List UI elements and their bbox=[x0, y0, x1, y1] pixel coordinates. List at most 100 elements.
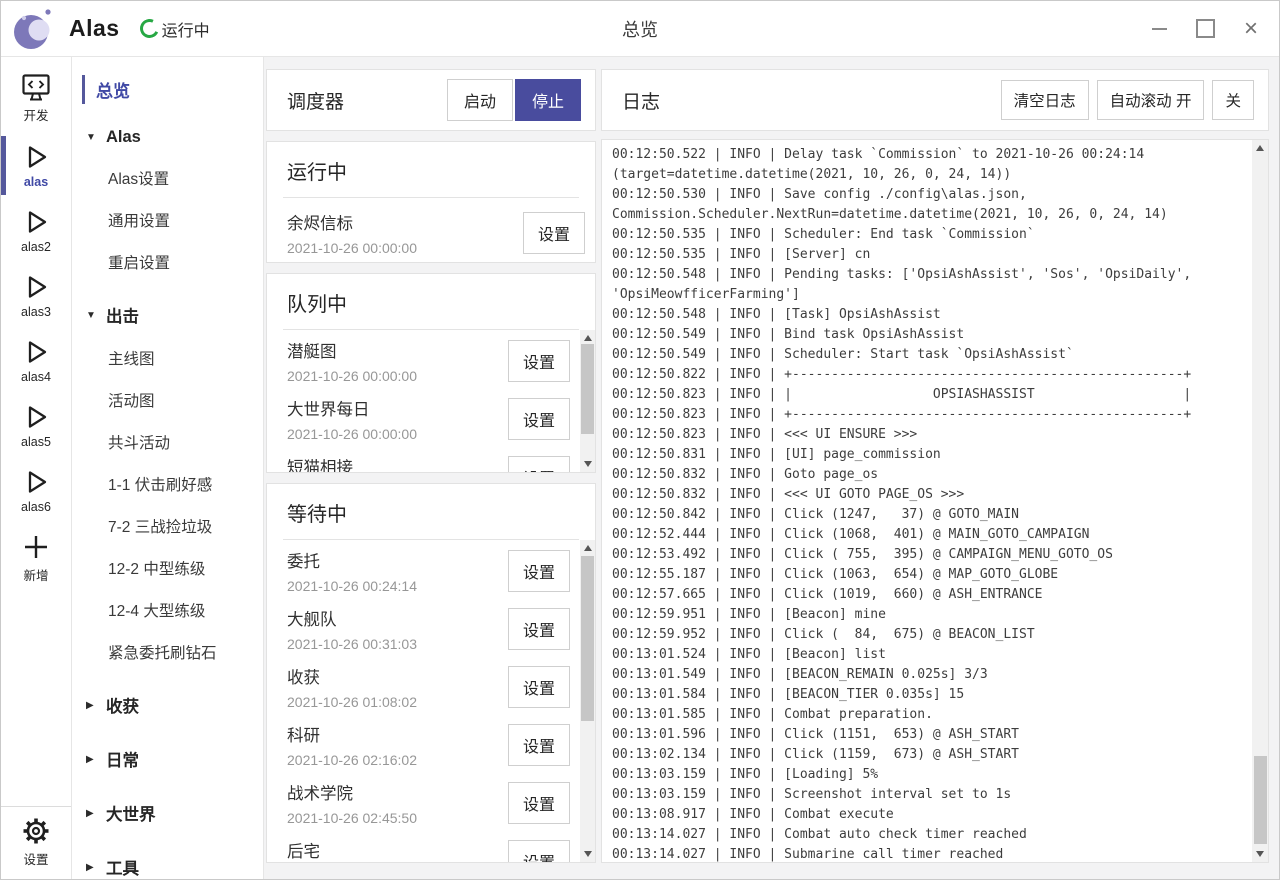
task-next-run-time: 2021-10-26 02:16:02 bbox=[287, 752, 500, 768]
menu-item-label: 总览 bbox=[96, 77, 130, 102]
log-scrollbar[interactable] bbox=[1252, 140, 1268, 862]
scroll-down-icon[interactable] bbox=[580, 456, 595, 472]
menu-group-工具[interactable]: ▶工具 bbox=[72, 845, 263, 879]
task-row-后宅: 后宅2021-10-26 04:19:27设置 bbox=[267, 832, 580, 862]
menu-item-overview[interactable]: 总览 bbox=[72, 71, 263, 108]
scrollbar-thumb[interactable] bbox=[1254, 756, 1267, 844]
status-label: 运行中 bbox=[162, 17, 210, 41]
task-info: 短猫相接2021-10-26 00:00:00 bbox=[287, 454, 500, 472]
scroll-up-icon[interactable] bbox=[1252, 140, 1268, 156]
menu-item-1-1 伏击刷好感[interactable]: 1-1 伏击刷好感 bbox=[72, 463, 263, 505]
icon-rail-bottom: 设置 bbox=[1, 806, 71, 877]
sidebar-item-alas5[interactable]: alas5 bbox=[1, 393, 71, 458]
close-button[interactable]: × bbox=[1241, 19, 1261, 39]
sidebar-item-settings[interactable]: 设置 bbox=[1, 807, 71, 877]
menu-group-label: Alas bbox=[106, 128, 141, 147]
sidebar-item-label: alas bbox=[24, 175, 48, 189]
sidebar-item-alas2[interactable]: alas2 bbox=[1, 198, 71, 263]
menu-item-12-4 大型练级[interactable]: 12-4 大型练级 bbox=[72, 589, 263, 631]
pending-panel: 队列中 潜艇图2021-10-26 00:00:00设置大世界每日2021-10… bbox=[266, 273, 596, 473]
menu-item-7-2 三战捡垃圾[interactable]: 7-2 三战捡垃圾 bbox=[72, 505, 263, 547]
task-row-大舰队: 大舰队 2021-10-26 00:31:03 设置 bbox=[267, 600, 580, 658]
running-task-list: 余烬信标2021-10-26 00:00:00设置 bbox=[267, 198, 595, 262]
minimize-button[interactable] bbox=[1149, 19, 1169, 39]
log-header-panel: 日志 清空日志 自动滚动 开 关 bbox=[601, 69, 1269, 131]
menu-item-Alas设置[interactable]: Alas设置 bbox=[72, 157, 263, 199]
sidebar-item-alas4[interactable]: alas4 bbox=[1, 328, 71, 393]
task-info: 科研 2021-10-26 02:16:02 bbox=[287, 722, 500, 768]
task-setting-button[interactable]: 设置 bbox=[508, 840, 570, 862]
sidebar-item-alas6[interactable]: alas6 bbox=[1, 458, 71, 523]
chevron-down-icon: ▼ bbox=[86, 132, 98, 143]
sidebar-item-label: alas6 bbox=[21, 500, 51, 514]
maximize-button[interactable] bbox=[1195, 19, 1215, 39]
task-row-大世界每日: 大世界每日 2021-10-26 00:00:00 设置 bbox=[267, 390, 580, 448]
menu-item-12-2 中型练级[interactable]: 12-2 中型练级 bbox=[72, 547, 263, 589]
task-setting-button[interactable]: 设置 bbox=[508, 398, 570, 440]
task-info: 余烬信标2021-10-26 00:00:00 bbox=[287, 210, 515, 256]
task-setting-button[interactable]: 设置 bbox=[508, 608, 570, 650]
task-setting-button[interactable]: 设置 bbox=[508, 340, 570, 382]
menu-group-出击[interactable]: ▼出击 bbox=[72, 293, 263, 337]
menu-item-活动图[interactable]: 活动图 bbox=[72, 379, 263, 421]
pending-scrollbar[interactable] bbox=[580, 330, 595, 472]
waiting-scrollbar[interactable] bbox=[580, 540, 595, 862]
task-next-run-time: 2021-10-26 00:31:03 bbox=[287, 636, 500, 652]
autoscroll-off-button[interactable]: 关 bbox=[1212, 80, 1254, 120]
task-next-run-time: 2021-10-26 02:45:50 bbox=[287, 810, 500, 826]
menu-group-label: 工具 bbox=[106, 855, 139, 879]
status-indicator: 运行中 bbox=[140, 17, 210, 41]
task-row-短猫相接: 短猫相接2021-10-26 00:00:00 设置 bbox=[267, 448, 580, 472]
task-name: 科研 bbox=[287, 722, 500, 746]
clear-log-button[interactable]: 清空日志 bbox=[1001, 80, 1089, 120]
task-setting-button[interactable]: 设置 bbox=[523, 212, 585, 254]
task-name: 大世界每日 bbox=[287, 396, 500, 420]
start-button[interactable]: 启动 bbox=[447, 79, 513, 121]
icon-rail-items: 开发 alas alas2 alas3 alas4alas5 alas6 新增 bbox=[1, 63, 71, 593]
scroll-down-icon[interactable] bbox=[1252, 846, 1268, 862]
task-row-战术学院: 战术学院2021-10-26 02:45:50设置 bbox=[267, 774, 580, 832]
sidebar-item-label: alas3 bbox=[21, 305, 51, 319]
task-setting-button[interactable]: 设置 bbox=[508, 724, 570, 766]
menu-group-日常[interactable]: ▶日常 bbox=[72, 737, 263, 781]
task-next-run-time: 2021-10-26 00:00:00 bbox=[287, 368, 500, 384]
sidebar-item-add[interactable]: 新增 bbox=[1, 523, 71, 593]
log-panel: 00:12:50.522 | INFO | Delay task `Commis… bbox=[601, 139, 1269, 863]
stop-button[interactable]: 停止 bbox=[515, 79, 581, 121]
plus-icon bbox=[20, 531, 52, 563]
menu-group-Alas[interactable]: ▼ Alas bbox=[72, 118, 263, 157]
scheduler-column: 调度器 启动 停止 运行中 余烬信标2021-10-26 00:00:00设置 … bbox=[266, 69, 596, 863]
task-name: 短猫相接 bbox=[287, 454, 500, 472]
task-name: 大舰队 bbox=[287, 606, 500, 630]
sidebar-item-alas[interactable]: alas bbox=[1, 133, 71, 198]
sidebar-item-dev[interactable]: 开发 bbox=[1, 63, 71, 133]
icon-rail: 开发 alas alas2 alas3 alas4alas5 alas6 新增 设置 bbox=[1, 57, 72, 879]
menu-item-主线图[interactable]: 主线图 bbox=[72, 337, 263, 379]
menu-item-重启设置[interactable]: 重启设置 bbox=[72, 241, 263, 283]
log-scroll-area[interactable]: 00:12:50.522 | INFO | Delay task `Commis… bbox=[602, 140, 1252, 862]
sidebar-item-alas3[interactable]: alas3 bbox=[1, 263, 71, 328]
chevron-right-icon: ▶ bbox=[86, 700, 98, 711]
menu-item-紧急委托刷钻石[interactable]: 紧急委托刷钻石 bbox=[72, 631, 263, 673]
play-icon bbox=[20, 141, 52, 173]
menu-item-共斗活动[interactable]: 共斗活动 bbox=[72, 421, 263, 463]
scroll-up-icon[interactable] bbox=[580, 540, 595, 556]
chevron-right-icon: ▶ bbox=[86, 808, 98, 819]
task-setting-button[interactable]: 设置 bbox=[508, 782, 570, 824]
task-row-收获: 收获2021-10-26 01:08:02设置 bbox=[267, 658, 580, 716]
task-setting-button[interactable]: 设置 bbox=[508, 456, 570, 472]
task-setting-button[interactable]: 设置 bbox=[508, 550, 570, 592]
log-column: 日志 清空日志 自动滚动 开 关 00:12:50.522 | INFO | D… bbox=[601, 69, 1269, 863]
autoscroll-toggle-button[interactable]: 自动滚动 开 bbox=[1097, 80, 1205, 120]
task-next-run-time: 2021-10-26 00:24:14 bbox=[287, 578, 500, 594]
task-next-run-time: 2021-10-26 00:00:00 bbox=[287, 426, 500, 442]
menu-group-收获[interactable]: ▶收获 bbox=[72, 683, 263, 727]
scrollbar-thumb[interactable] bbox=[581, 556, 594, 721]
scroll-down-icon[interactable] bbox=[580, 846, 595, 862]
menu-item-通用设置[interactable]: 通用设置 bbox=[72, 199, 263, 241]
menu-group-大世界[interactable]: ▶大世界 bbox=[72, 791, 263, 835]
scrollbar-thumb[interactable] bbox=[581, 344, 594, 434]
scheduler-header-panel: 调度器 启动 停止 bbox=[266, 69, 596, 131]
task-setting-button[interactable]: 设置 bbox=[508, 666, 570, 708]
app-title: Alas bbox=[69, 15, 120, 42]
